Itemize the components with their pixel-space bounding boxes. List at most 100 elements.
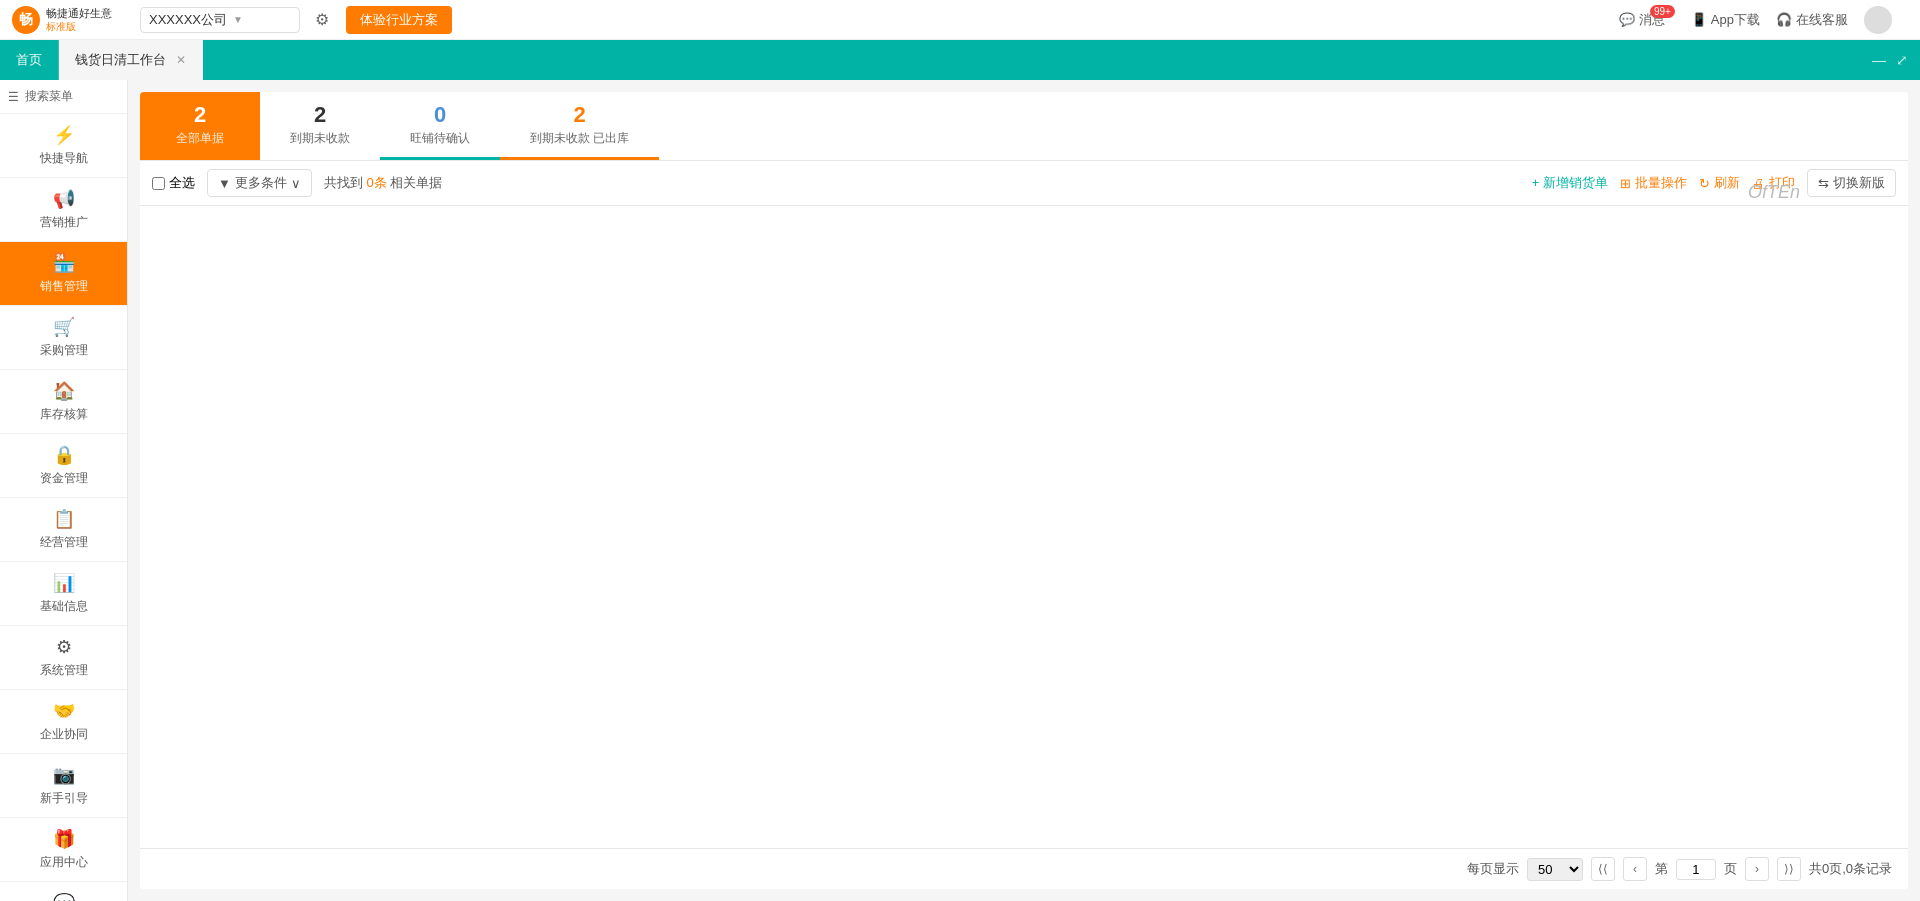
search-icon: ☰ (8, 90, 19, 104)
filter-chevron-icon: ∨ (291, 176, 301, 191)
sidebar-item-system[interactable]: ⚙ 系统管理 (0, 626, 127, 690)
switch-version-button[interactable]: ⇆ 切换新版 (1807, 169, 1896, 197)
stat-num-wangpu: 0 (434, 102, 446, 128)
appcenter-icon: 🎁 (53, 828, 75, 850)
page-prev-btn[interactable]: ‹ (1623, 857, 1647, 881)
guide-icon: 📷 (53, 764, 75, 786)
sidebar-quicknav-label: 快捷导航 (40, 150, 88, 167)
tab-controls: — ⤢ (1860, 40, 1920, 80)
sidebar-item-purchase[interactable]: 🛒 采购管理 (0, 306, 127, 370)
sidebar-system-label: 系统管理 (40, 662, 88, 679)
basicinfo-icon: 📊 (53, 572, 75, 594)
stat-tab-overdue[interactable]: 2 到期未收款 (260, 92, 380, 160)
select-all-label: 全选 (169, 174, 195, 192)
sidebar-sales-label: 销售管理 (40, 278, 88, 295)
collab-icon: 🤝 (53, 700, 75, 722)
sidebar-marketing-label: 营销推广 (40, 214, 88, 231)
sidebar-search[interactable]: ☰ 搜索菜单 (0, 80, 127, 114)
stat-label-shipped: 到期未收款 已出库 (530, 130, 629, 147)
refresh-label: 刷新 (1714, 174, 1740, 192)
switch-icon: ⇆ (1818, 176, 1829, 191)
inventory-icon: 🏠 (53, 380, 75, 402)
page-size-select[interactable]: 50 100 200 (1527, 858, 1583, 881)
purchase-icon: 🛒 (53, 316, 75, 338)
page-last-btn[interactable]: ⟩⟩ (1777, 857, 1801, 881)
batch-operation-button[interactable]: ⊞ 批量操作 (1620, 174, 1687, 192)
tab-home-label: 首页 (16, 51, 42, 69)
sidebar-collab-label: 企业协同 (40, 726, 88, 743)
avatar[interactable] (1864, 6, 1892, 34)
refresh-button[interactable]: ↻ 刷新 (1699, 174, 1740, 192)
stat-tab-all[interactable]: 2 全部单据 (140, 92, 260, 160)
online-service-btn[interactable]: 🎧 在线客服 (1776, 11, 1848, 29)
operations-icon: 📋 (53, 508, 75, 530)
select-all-checkbox[interactable]: 全选 (152, 174, 195, 192)
filter-button[interactable]: ▼ 更多条件 ∨ (207, 169, 312, 197)
system-icon: ⚙ (56, 636, 72, 658)
top-header: 畅 畅捷通好生意 标准版 XXXXXX公司 ▼ ⚙ 体验行业方案 💬 消息 99… (0, 0, 1920, 40)
stat-label-overdue: 到期未收款 (290, 130, 350, 147)
stat-label-all: 全部单据 (176, 130, 224, 147)
stat-num-overdue: 2 (314, 102, 326, 128)
sidebar-item-appcenter[interactable]: 🎁 应用中心 (0, 818, 127, 882)
sidebar-operations-label: 经营管理 (40, 534, 88, 551)
content-inner: 2 全部单据 2 到期未收款 0 旺铺待确认 2 到期未收款 已出库 (140, 92, 1908, 889)
company-dropdown-arrow: ▼ (233, 14, 243, 25)
sidebar-item-basicinfo[interactable]: 📊 基础信息 (0, 562, 127, 626)
stat-tab-wangpu[interactable]: 0 旺铺待确认 (380, 92, 500, 160)
headset-icon: 🎧 (1776, 12, 1792, 27)
filter-icon: ▼ (218, 176, 231, 191)
app-dl-label: App下载 (1711, 11, 1760, 29)
tab-home[interactable]: 首页 (0, 40, 59, 80)
wecom-icon: 💬 (53, 892, 75, 901)
page-size-label: 每页显示 (1467, 860, 1519, 878)
content-area: 2 全部单据 2 到期未收款 0 旺铺待确认 2 到期未收款 已出库 (128, 80, 1920, 901)
page-first-btn[interactable]: ⟨⟨ (1591, 857, 1615, 881)
trial-button[interactable]: 体验行业方案 (346, 6, 452, 34)
company-name: XXXXXX公司 (149, 11, 227, 29)
messages-badge: 99+ (1650, 5, 1675, 18)
sidebar-inventory-label: 库存核算 (40, 406, 88, 423)
messages-btn[interactable]: 💬 消息 99+ (1619, 11, 1665, 29)
settings-icon[interactable]: ⚙ (308, 6, 336, 34)
sidebar-appcenter-label: 应用中心 (40, 854, 88, 871)
sidebar-item-wecom[interactable]: 💬 企业微信 (0, 882, 127, 901)
app-download-btn[interactable]: 📱 App下载 (1691, 11, 1760, 29)
online-service-label: 在线客服 (1796, 11, 1848, 29)
sidebar-item-inventory[interactable]: 🏠 库存核算 (0, 370, 127, 434)
page-label-first: 第 (1655, 860, 1668, 878)
sidebar-item-finance[interactable]: 🔒 资金管理 (0, 434, 127, 498)
tab-minimize-icon[interactable]: — (1872, 52, 1886, 68)
select-all-input[interactable] (152, 177, 165, 190)
add-order-button[interactable]: + 新增销货单 (1532, 174, 1608, 192)
marketing-icon: 📢 (53, 188, 75, 210)
toolbar: 全选 ▼ 更多条件 ∨ 共找到 0条 相关单据 + 新增销货单 (140, 161, 1908, 206)
print-button[interactable]: 🖨 打印 (1752, 174, 1795, 192)
batch-icon: ⊞ (1620, 176, 1631, 191)
sidebar-purchase-label: 采购管理 (40, 342, 88, 359)
page-number-input[interactable] (1676, 859, 1716, 880)
sidebar-basicinfo-label: 基础信息 (40, 598, 88, 615)
stats-tabs: 2 全部单据 2 到期未收款 0 旺铺待确认 2 到期未收款 已出库 (140, 92, 1908, 161)
sidebar-item-marketing[interactable]: 📢 营销推广 (0, 178, 127, 242)
finance-icon: 🔒 (53, 444, 75, 466)
sidebar-item-guide[interactable]: 📷 新手引导 (0, 754, 127, 818)
logo-text: 畅捷通好生意 标准版 (46, 6, 112, 33)
sidebar-item-operations[interactable]: 📋 经营管理 (0, 498, 127, 562)
tab-qhrc[interactable]: 钱货日清工作台 ✕ (59, 40, 203, 80)
table-area (140, 206, 1908, 848)
sidebar-finance-label: 资金管理 (40, 470, 88, 487)
stat-tab-shipped[interactable]: 2 到期未收款 已出库 (500, 92, 659, 160)
page-next-btn[interactable]: › (1745, 857, 1769, 881)
tab-expand-icon[interactable]: ⤢ (1896, 52, 1908, 68)
sidebar-item-sales[interactable]: 🏪 销售管理 (0, 242, 127, 306)
page-label-page: 页 (1724, 860, 1737, 878)
sidebar-item-quicknav[interactable]: ⚡ 快捷导航 (0, 114, 127, 178)
toolbar-right: + 新增销货单 ⊞ 批量操作 ↻ 刷新 🖨 打印 ⇆ (1532, 169, 1896, 197)
quicknav-icon: ⚡ (53, 124, 75, 146)
sidebar-item-collab[interactable]: 🤝 企业协同 (0, 690, 127, 754)
company-select[interactable]: XXXXXX公司 ▼ (140, 7, 300, 33)
tab-bar: 首页 钱货日清工作台 ✕ — ⤢ (0, 40, 1920, 80)
tab-close-icon[interactable]: ✕ (176, 53, 186, 67)
stat-label-wangpu: 旺铺待确认 (410, 130, 470, 147)
